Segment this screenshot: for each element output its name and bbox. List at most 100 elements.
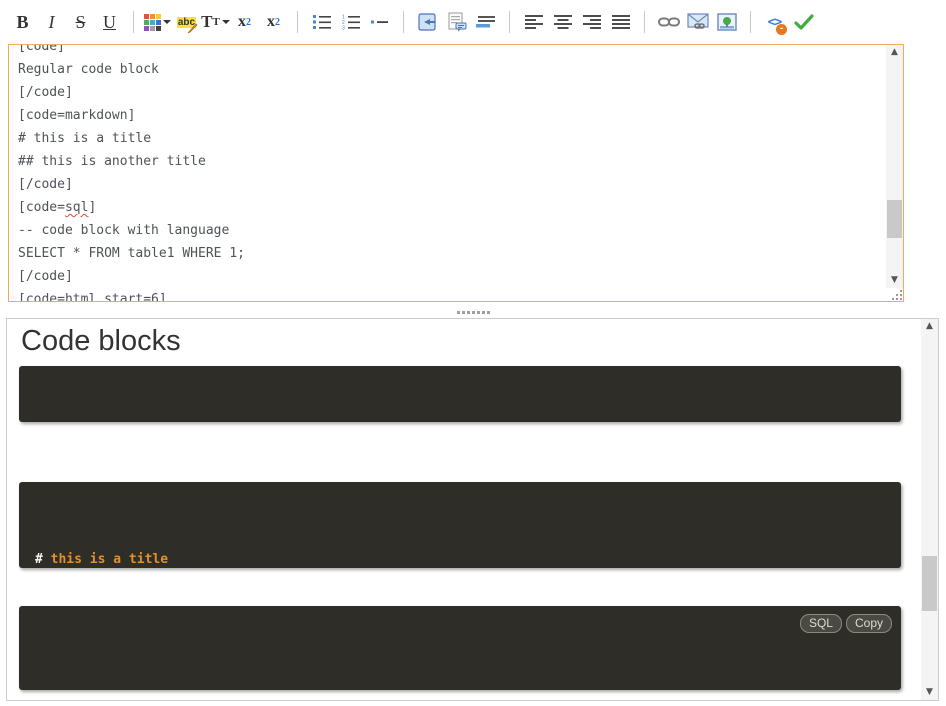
editor-line: SELECT * FROM table1 WHERE 1; [18, 242, 885, 265]
bullet-list-button[interactable] [308, 9, 335, 36]
scroll-down-arrow[interactable]: ▼ [886, 273, 903, 288]
language-badge: SQL [800, 614, 842, 633]
align-justify-icon [612, 14, 630, 30]
editor-scrollbar[interactable]: ▲ ▼ [886, 45, 903, 288]
editor-text: Regular code block [18, 62, 159, 77]
align-justify-button[interactable] [607, 9, 634, 36]
code-content: # this is a title## this is another titl… [35, 547, 885, 568]
highlight-color-button[interactable]: abc [173, 9, 200, 36]
subscript-icon: x [267, 13, 275, 31]
bold-button[interactable]: B [9, 9, 36, 36]
italic-button[interactable]: I [38, 9, 65, 36]
email-icon [687, 13, 709, 31]
misspelled-word: sql [65, 200, 88, 215]
code-block: SQL Copy -- code block with languageSELE… [19, 606, 901, 690]
insert-email-button[interactable] [684, 9, 711, 36]
bbcode-editor[interactable]: [code]Regular code block[/code][code=mar… [8, 44, 904, 302]
remove-format-button[interactable]: <> - [761, 9, 788, 36]
checkmark-icon [794, 14, 814, 30]
code-block: # this is a title## this is another titl… [19, 482, 901, 568]
editor-page: { "toolbar": { "bold": "B", "italic": "I… [0, 0, 946, 706]
scroll-up-arrow[interactable]: ▲ [886, 45, 903, 60]
insert-link-button[interactable] [655, 9, 682, 36]
toolbar-separator [133, 11, 134, 33]
editor-scrollbar-thumb[interactable] [887, 200, 902, 238]
paragraph-format-icon [476, 15, 496, 29]
editor-line: # this is a title [18, 127, 885, 150]
editor-text: [/code] [18, 85, 73, 100]
toolbar-separator [750, 11, 751, 33]
link-icon [658, 16, 680, 28]
editor-line: Regular code block [18, 58, 885, 81]
superscript-button[interactable]: x 2 [231, 9, 258, 36]
align-right-icon [583, 14, 601, 30]
editor-line: -- code block with language [18, 219, 885, 242]
textarea-resize-grip[interactable] [889, 287, 902, 300]
copy-button[interactable]: Copy [846, 614, 892, 633]
editor-text: [code] [18, 44, 65, 54]
editor-line: [/code] [18, 265, 885, 288]
align-left-icon [525, 14, 543, 30]
svg-text:3: 3 [342, 26, 345, 31]
strikethrough-icon: S [75, 12, 85, 33]
editor-text: SELECT * FROM table1 WHERE 1; [18, 246, 245, 261]
color-palette-icon [144, 14, 161, 31]
quote-button[interactable] [443, 9, 470, 36]
align-left-button[interactable] [520, 9, 547, 36]
underline-button[interactable]: U [96, 9, 123, 36]
editor-line: ## this is another title [18, 150, 885, 173]
bold-icon: B [16, 12, 28, 33]
insert-image-button[interactable] [713, 9, 740, 36]
chevron-down-icon [163, 20, 171, 24]
font-size-button[interactable]: T T [202, 9, 229, 36]
editor-line: [/code] [18, 173, 885, 196]
code-button[interactable] [414, 9, 441, 36]
code-block: Regular code block [19, 366, 901, 422]
editor-text: -- code block with language [18, 223, 229, 238]
editor-text: ] [88, 200, 96, 215]
image-icon [717, 13, 737, 31]
toolbar-separator [644, 11, 645, 33]
preview-title: Code blocks [21, 325, 181, 358]
toolbar-separator [403, 11, 404, 33]
scroll-up-arrow[interactable]: ▲ [921, 319, 938, 334]
preview-scrollbar-thumb[interactable] [922, 556, 937, 611]
bbcode-editor-content[interactable]: [code]Regular code block[/code][code=mar… [9, 44, 885, 301]
numbered-list-button[interactable]: 1 2 3 [337, 9, 364, 36]
pencil-icon [187, 22, 199, 34]
toolbar-separator [297, 11, 298, 33]
italic-icon: I [49, 12, 55, 33]
code-scroll-icon [418, 12, 438, 32]
editor-text: [/code] [18, 177, 73, 192]
code-token-title: this is a title [51, 552, 168, 567]
align-center-button[interactable] [549, 9, 576, 36]
pane-resize-handle[interactable] [455, 307, 491, 317]
format-toolbar: B I S U abc T T x 2 x 2 [8, 6, 818, 38]
strikethrough-button[interactable]: S [67, 9, 94, 36]
subscript-button[interactable]: x 2 [260, 9, 287, 36]
editor-text: # this is a title [18, 131, 151, 146]
accept-button[interactable] [790, 9, 817, 36]
paragraph-format-button[interactable] [472, 9, 499, 36]
scroll-down-arrow[interactable]: ▼ [921, 685, 938, 700]
editor-text: ## this is another title [18, 154, 206, 169]
bullet-list-icon [313, 14, 331, 30]
font-color-button[interactable] [144, 9, 171, 36]
editor-text: [/code] [18, 269, 73, 284]
underline-icon: U [103, 12, 116, 33]
editor-text: [code= [18, 200, 65, 215]
code-token-bullet: # [35, 552, 51, 567]
superscript-icon: x [238, 13, 246, 31]
editor-line: [/code] [18, 81, 885, 104]
preview-pane: Code blocks Regular code block # this is… [6, 318, 939, 701]
code-block-badges: SQL Copy [800, 614, 892, 633]
code-line: # this is a title [35, 547, 885, 568]
align-center-icon [554, 14, 572, 30]
list-item-button[interactable] [366, 9, 393, 36]
quote-icon [447, 12, 467, 32]
toolbar-separator [509, 11, 510, 33]
preview-scrollbar[interactable]: ▲ ▼ [921, 319, 938, 700]
align-right-button[interactable] [578, 9, 605, 36]
list-item-icon [371, 18, 389, 26]
editor-line: [code=html start=6] [18, 288, 885, 301]
